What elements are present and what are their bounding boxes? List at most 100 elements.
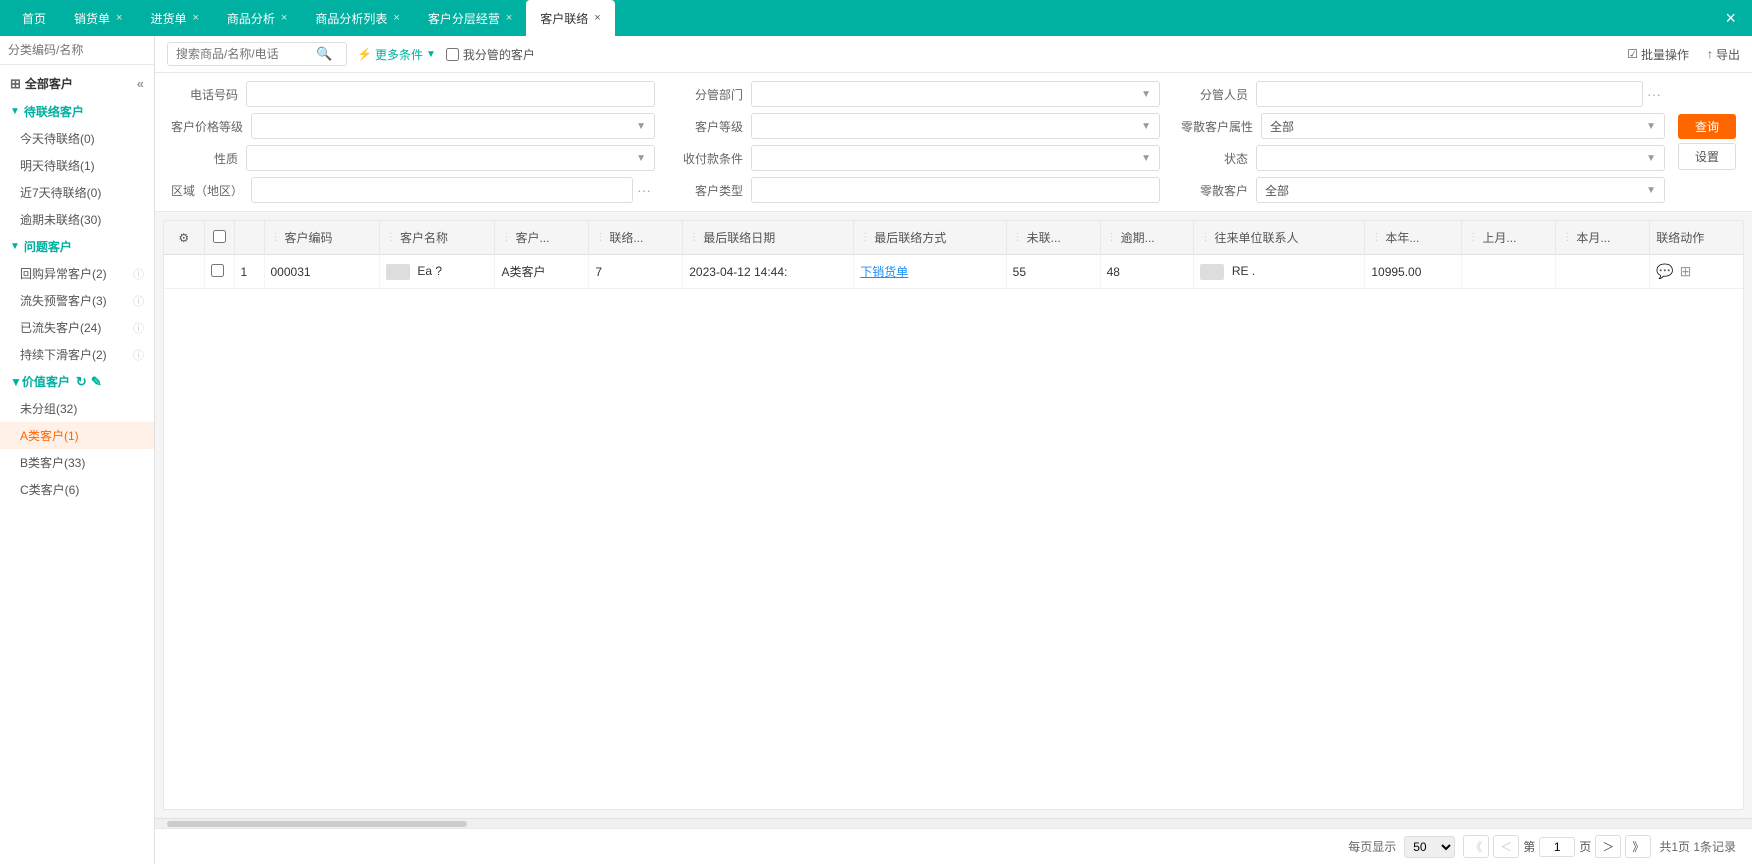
prev-page-btn[interactable]: ＜ (1493, 835, 1519, 858)
nav-sales-order[interactable]: 销货单 × (60, 0, 136, 36)
close-product-analysis-list[interactable]: × (393, 12, 399, 24)
nav-home[interactable]: 首页 (8, 0, 60, 36)
next-page-btn[interactable]: ＞ (1595, 835, 1621, 858)
close-customer-tier[interactable]: × (506, 12, 512, 24)
table-header-overdue[interactable]: ⋮ 逾期... (1100, 221, 1194, 255)
batch-operation-btn[interactable]: ☑ 批量操作 (1627, 46, 1689, 63)
my-customers-checkbox[interactable] (446, 48, 459, 61)
table-header-type[interactable]: ⋮ 客户... (495, 221, 589, 255)
table-header-unit-contact[interactable]: ⋮ 往来单位联系人 (1194, 221, 1365, 255)
filter-payment-select[interactable]: ▼ (751, 145, 1160, 171)
sidebar-item-class-b[interactable]: B类客户(33) (0, 449, 154, 476)
filter-row-3: 性质 ▼ 收付款条件 ▼ (171, 145, 1666, 171)
value-group-actions: ↻ ✎ (76, 374, 102, 390)
sidebar-collapse-icon[interactable]: « (137, 76, 144, 91)
filter-manager-input[interactable] (1256, 81, 1643, 107)
qr-icon[interactable]: ⊞ (1680, 263, 1692, 280)
nav-product-analysis-list[interactable]: 商品分析列表 × (301, 0, 413, 36)
sidebar-group-value[interactable]: ▼ 价值客户 ↻ ✎ (0, 368, 154, 395)
sidebar-item-churned[interactable]: 已流失客户(24) ⓘ (0, 314, 154, 341)
filter-scattered-attr-select[interactable]: 全部 ▼ (1261, 113, 1665, 139)
table-header-contact[interactable]: ⋮ 联络... (589, 221, 683, 255)
refresh-icon[interactable]: ↻ (76, 374, 87, 390)
query-button[interactable]: 查询 (1678, 114, 1736, 139)
sidebar-item-declining[interactable]: 持续下滑客户(2) ⓘ (0, 341, 154, 368)
table-header-check[interactable] (204, 221, 234, 255)
table-header-last-method[interactable]: ⋮ 最后联络方式 (854, 221, 1006, 255)
setting-button[interactable]: 设置 (1678, 143, 1736, 170)
table-header-code[interactable]: ⋮ 客户编码 (264, 221, 379, 255)
filter-search-input[interactable] (176, 47, 316, 61)
close-customer-contact[interactable]: × (594, 12, 600, 24)
table-header-name[interactable]: ⋮ 客户名称 (379, 221, 494, 255)
select-all-checkbox[interactable] (213, 230, 226, 243)
sort-dots-this-year: ⋮ (1371, 232, 1381, 243)
scrollbar-thumb[interactable] (167, 821, 467, 827)
nav-customer-contact[interactable]: 客户联络 × (526, 0, 614, 36)
manager-dots-btn[interactable]: ··· (1643, 86, 1665, 102)
more-filters-btn[interactable]: ⚡ 更多条件 ▼ (357, 46, 436, 63)
table-header-last-month[interactable]: ⋮ 上月... (1462, 221, 1556, 255)
export-btn[interactable]: ↑ 导出 (1707, 46, 1740, 63)
sidebar-item-churn-warning[interactable]: 流失预警客户(3) ⓘ (0, 287, 154, 314)
sidebar-item-7days[interactable]: 近7天待联络(0) (0, 179, 154, 206)
first-page-btn[interactable]: 《 (1463, 835, 1489, 858)
row-checkbox[interactable] (211, 264, 224, 277)
filter-region-input[interactable] (251, 177, 633, 203)
filter-status-select[interactable]: ▼ (1256, 145, 1665, 171)
table-header-this-month[interactable]: ⋮ 本月... (1556, 221, 1650, 255)
filter-search-icon[interactable]: 🔍 (316, 46, 332, 62)
filter-customer-tier-select[interactable]: ▼ (751, 113, 1160, 139)
chat-icon[interactable]: 💬 (1656, 263, 1673, 280)
sidebar-item-class-a[interactable]: A类客户(1) (0, 422, 154, 449)
filter-scattered-label: 零散客户 (1181, 182, 1256, 199)
nav-product-analysis[interactable]: 商品分析 × (213, 0, 301, 36)
row-type-cell: A类客户 (495, 255, 589, 289)
page-number-input[interactable] (1539, 837, 1575, 857)
row-last-method-cell[interactable]: 下销货单 (854, 255, 1006, 289)
sort-dots-this-month: ⋮ (1562, 232, 1572, 243)
filter-dept-select[interactable]: ▼ (751, 81, 1160, 107)
all-customers-item[interactable]: ⊞ 全部客户 « (0, 69, 154, 98)
filter-scattered: 零散客户 全部 ▼ (1181, 177, 1666, 203)
close-purchase-order[interactable]: × (192, 12, 198, 24)
main-layout: 🔍 ⊞ 全部客户 « ▼ 待联络客户 今天待联络(0) 明天待联络(1) (0, 36, 1752, 864)
sidebar-item-today[interactable]: 今天待联络(0) (0, 125, 154, 152)
close-product-analysis[interactable]: × (281, 12, 287, 24)
table-header-no-contact[interactable]: ⋮ 未联... (1006, 221, 1100, 255)
nav-purchase-order[interactable]: 进货单 × (136, 0, 212, 36)
sidebar-item-unclassified[interactable]: 未分组(32) (0, 395, 154, 422)
last-page-btn[interactable]: 》 (1625, 835, 1651, 858)
sidebar-group-pending[interactable]: ▼ 待联络客户 (0, 98, 154, 125)
region-dots-btn[interactable]: ··· (633, 182, 655, 198)
close-all-button[interactable]: × (1717, 8, 1744, 29)
horizontal-scrollbar[interactable] (155, 818, 1752, 828)
filter-scattered-select[interactable]: 全部 ▼ (1256, 177, 1665, 203)
filter-search-box: 🔍 (167, 42, 347, 66)
filter-nature-select[interactable]: ▼ (246, 145, 655, 171)
filter-customer-type-input[interactable] (751, 177, 1160, 203)
row-index-cell: 1 (234, 255, 264, 289)
filter-row-4: 区域（地区） ··· 客户类型 零散客户 (171, 177, 1666, 203)
unit-contact-color-block (1200, 264, 1224, 280)
filter-phone: 电话号码 (171, 81, 656, 107)
table-header-last-date[interactable]: ⋮ 最后联络日期 (683, 221, 854, 255)
filter-price-tier-select[interactable]: ▼ (251, 113, 655, 139)
sidebar-group-problem[interactable]: ▼ 问题客户 (0, 233, 154, 260)
sidebar-item-repurchase-abnormal[interactable]: 回购异常客户(2) ⓘ (0, 260, 154, 287)
sidebar-item-overdue[interactable]: 逾期未联络(30) (0, 206, 154, 233)
sidebar-item-tomorrow[interactable]: 明天待联络(1) (0, 152, 154, 179)
close-sales-order[interactable]: × (116, 12, 122, 24)
sidebar-item-class-c[interactable]: C类客户(6) (0, 476, 154, 503)
table-header-gear[interactable]: ⚙ (164, 221, 204, 255)
nav-customer-tier[interactable]: 客户分层经营 × (414, 0, 526, 36)
row-check-cell[interactable] (204, 255, 234, 289)
info-icon-2: ⓘ (133, 293, 144, 309)
edit-icon[interactable]: ✎ (91, 374, 102, 390)
filter-phone-input[interactable] (246, 81, 655, 107)
advanced-filter-panel: 电话号码 分管部门 ▼ 分管人员 (155, 73, 1752, 212)
page-size-select[interactable]: 50 20 100 (1404, 836, 1455, 858)
table-header-this-year[interactable]: ⋮ 本年... (1365, 221, 1462, 255)
sort-dots-contact: ⋮ (595, 232, 605, 243)
sidebar-search-input[interactable] (8, 43, 155, 57)
